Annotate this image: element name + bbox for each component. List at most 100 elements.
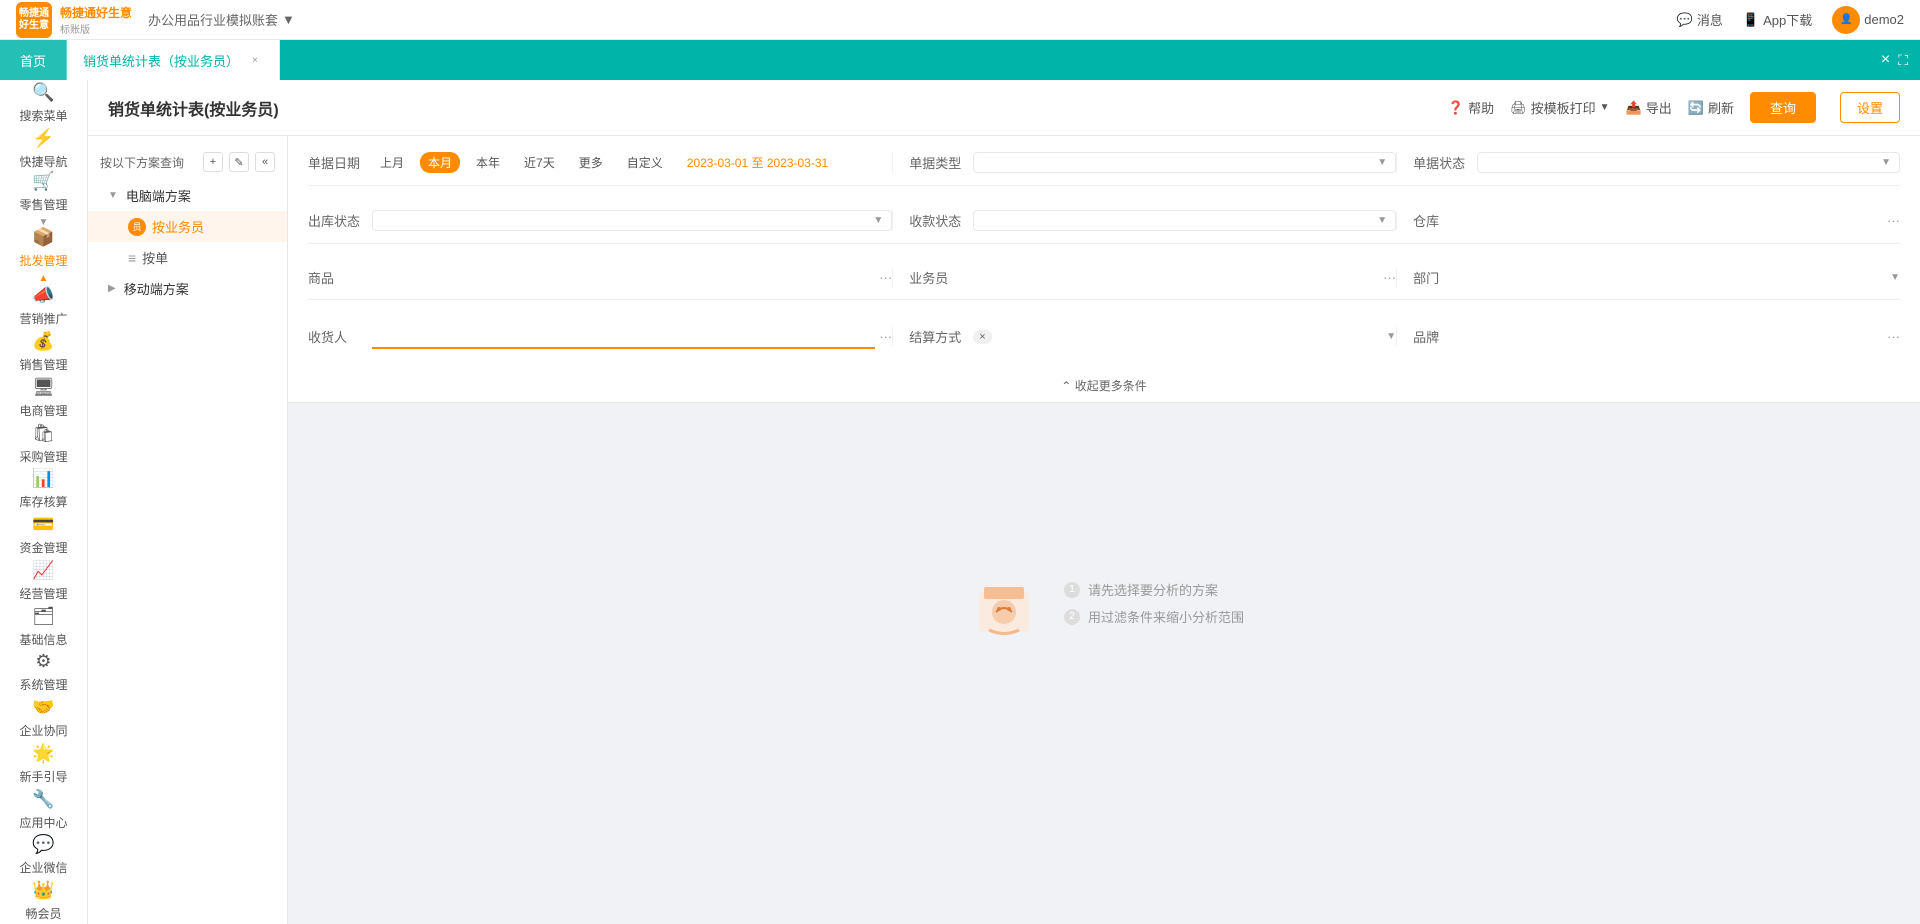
dropdown-chevron[interactable]: ▼ (282, 12, 295, 27)
tip-text-2: 用过滤条件来缩小分析范围 (1088, 607, 1244, 626)
doc-type-label: 单据类型 (909, 153, 965, 172)
sidebar-wholesale[interactable]: 📦 批发管理 ▲ (0, 228, 87, 284)
query-button[interactable]: 查询 (1750, 92, 1816, 123)
setting-button[interactable]: 设置 (1840, 92, 1900, 123)
newbie-icon: 🌟 (32, 743, 54, 764)
filter-row-1: 单据日期 上月 本月 本年 近7天 更多 自定义 2023-03-01 至 20… (308, 152, 1900, 186)
sidebar-finance[interactable]: 💳 资金管理 (0, 512, 87, 558)
tree-pc-scheme[interactable]: ▼ 电脑端方案 (88, 180, 287, 211)
sidebar-inventory[interactable]: 📊 库存核算 (0, 467, 87, 513)
dept-label: 部门 (1413, 268, 1469, 287)
sidebar-member[interactable]: 👑 畅会员 (0, 878, 87, 924)
tree-by-salesman[interactable]: 员 按业务员 (88, 211, 287, 242)
sidebar-purchase[interactable]: 🛍 采购管理 (0, 421, 87, 467)
sidebar-wechat[interactable]: 💬 企业微信 (0, 833, 87, 879)
shortcut-icon: ⚡ (32, 128, 54, 149)
message-btn[interactable]: 💬 消息 (1677, 10, 1723, 29)
salesman-label: 业务员 (909, 268, 965, 287)
basic-icon: 🗂 (32, 606, 55, 627)
logo-icon: 畅捷通好生意 (16, 2, 52, 38)
user-menu[interactable]: 👤 demo2 (1832, 6, 1904, 34)
salesman-dots[interactable]: ··· (1383, 270, 1396, 285)
sidebar-wechat-label: 企业微信 (19, 859, 67, 876)
sidebar-search-label: 搜索菜单 (19, 107, 67, 124)
warehouse-label: 仓库 (1413, 211, 1469, 230)
logo-brand: 畅捷通好生意 (60, 4, 132, 21)
sidebar-newbie[interactable]: 🌟 新手引导 (0, 741, 87, 787)
date-more[interactable]: 更多 (571, 152, 611, 173)
refresh-btn[interactable]: 🔄 刷新 (1688, 98, 1734, 117)
sidebar-ecommerce[interactable]: 🖥 电商管理 (0, 375, 87, 421)
sidebar: 🔍 搜索菜单 ⚡ 快捷导航 🛒 零售管理 ▼ 📦 批发管理 ▲ 📣 营销推广 (0, 80, 88, 924)
help-label: 帮助 (1468, 98, 1494, 117)
export-label: 导出 (1646, 98, 1672, 117)
sidebar-retail[interactable]: 🛒 零售管理 ▼ (0, 172, 87, 228)
app-download-btn[interactable]: 📱 App下载 (1743, 10, 1812, 29)
consignee-input[interactable] (372, 324, 875, 349)
add-icon: + (210, 156, 216, 168)
collection-select[interactable]: ▼ (973, 210, 1396, 231)
by-order-label: 按单 (142, 248, 168, 267)
sidebar-system[interactable]: ⚙ 系统管理 (0, 650, 87, 696)
page-actions: ❓ 帮助 🖨 按模板打印 ▼ 📤 导出 🔄 刷新 (1448, 92, 1900, 123)
print-dropdown[interactable]: ▼ (1600, 102, 1610, 113)
doc-status-select[interactable]: ▼ (1477, 152, 1900, 173)
sidebar-apps[interactable]: 🔧 应用中心 (0, 787, 87, 833)
template-print-btn[interactable]: 🖨 按模板打印 ▼ (1510, 98, 1609, 117)
purchase-icon: 🛍 (32, 423, 55, 444)
settlement-chevron: ▼ (1386, 331, 1396, 342)
sidebar-sales[interactable]: 💰 销售管理 (0, 329, 87, 375)
date-7days[interactable]: 近7天 (516, 152, 563, 173)
collapse-panel-btn[interactable]: « (255, 152, 275, 172)
date-last-month[interactable]: 上月 (372, 152, 412, 173)
doc-status-label: 单据状态 (1413, 153, 1469, 172)
tip-text-1: 请先选择要分析的方案 (1088, 580, 1218, 599)
tab-close-window[interactable]: × (1881, 51, 1890, 69)
date-this-month[interactable]: 本月 (420, 152, 460, 173)
brand-dots[interactable]: ··· (1887, 329, 1900, 344)
avatar: 👤 (1832, 6, 1860, 34)
tab-home[interactable]: 首页 (0, 40, 67, 80)
sidebar-search[interactable]: 🔍 搜索菜单 (0, 80, 87, 126)
export-btn[interactable]: 📤 导出 (1626, 98, 1672, 117)
sidebar-basic[interactable]: 🗂 基础信息 (0, 604, 87, 650)
message-icon: 💬 (1677, 12, 1693, 28)
sidebar-purchase-label: 采购管理 (19, 448, 67, 465)
logo-text: 畅捷通好生意 (19, 8, 49, 32)
doc-type-select[interactable]: ▼ (973, 152, 1396, 173)
date-custom[interactable]: 自定义 (619, 152, 671, 173)
warehouse-dots[interactable]: ··· (1887, 213, 1900, 228)
marketing-icon: 📣 (32, 285, 54, 306)
tab-close-btn[interactable]: × (247, 52, 263, 68)
print-label: 按模板打印 (1531, 98, 1596, 117)
date-this-year[interactable]: 本年 (468, 152, 508, 173)
panel-title: 按以下方案查询 (100, 154, 184, 171)
sidebar-marketing[interactable]: 📣 营销推广 (0, 284, 87, 330)
app-download-label: App下载 (1763, 10, 1812, 29)
sidebar-ecommerce-label: 电商管理 (19, 402, 67, 419)
edit-scheme-btn[interactable]: ✎ (229, 152, 249, 172)
sidebar-enterprise[interactable]: 🤝 企业协同 (0, 695, 87, 741)
tree-mobile-scheme[interactable]: ▶ 移动端方案 (88, 273, 287, 304)
goods-dots[interactable]: ··· (879, 270, 892, 285)
add-scheme-btn[interactable]: + (203, 152, 223, 172)
filter-row-3: 商品 ··· 业务员 ··· 部门 (308, 256, 1900, 300)
sidebar-operation[interactable]: 📈 经营管理 (0, 558, 87, 604)
sidebar-finance-label: 资金管理 (19, 539, 67, 556)
consignee-dots[interactable]: ··· (879, 329, 892, 344)
dept-select[interactable]: ▼ (1689, 272, 1900, 283)
help-btn[interactable]: ❓ 帮助 (1448, 98, 1494, 117)
settlement-clear[interactable]: × (973, 330, 991, 344)
sidebar-shortcut[interactable]: ⚡ 快捷导航 (0, 126, 87, 172)
message-label: 消息 (1697, 10, 1723, 29)
out-status-select[interactable]: ▼ (372, 210, 892, 231)
tree-by-order[interactable]: ≡ 按单 (88, 242, 287, 273)
wholesale-expand: ▲ (39, 273, 49, 284)
tab-sales-stats[interactable]: 销货单统计表（按业务员） × (67, 40, 280, 80)
settlement-select[interactable]: ▼ (1386, 331, 1396, 342)
collapse-bar[interactable]: ⌃ 收起更多条件 (308, 369, 1900, 402)
collapse-icon: ⌃ (1061, 379, 1074, 393)
empty-tips: 1 请先选择要分析的方案 2 用过滤条件来缩小分析范围 (1064, 580, 1244, 626)
sidebar-sales-label: 销售管理 (19, 356, 67, 373)
tab-maximize[interactable]: ⛶ (1898, 52, 1908, 69)
